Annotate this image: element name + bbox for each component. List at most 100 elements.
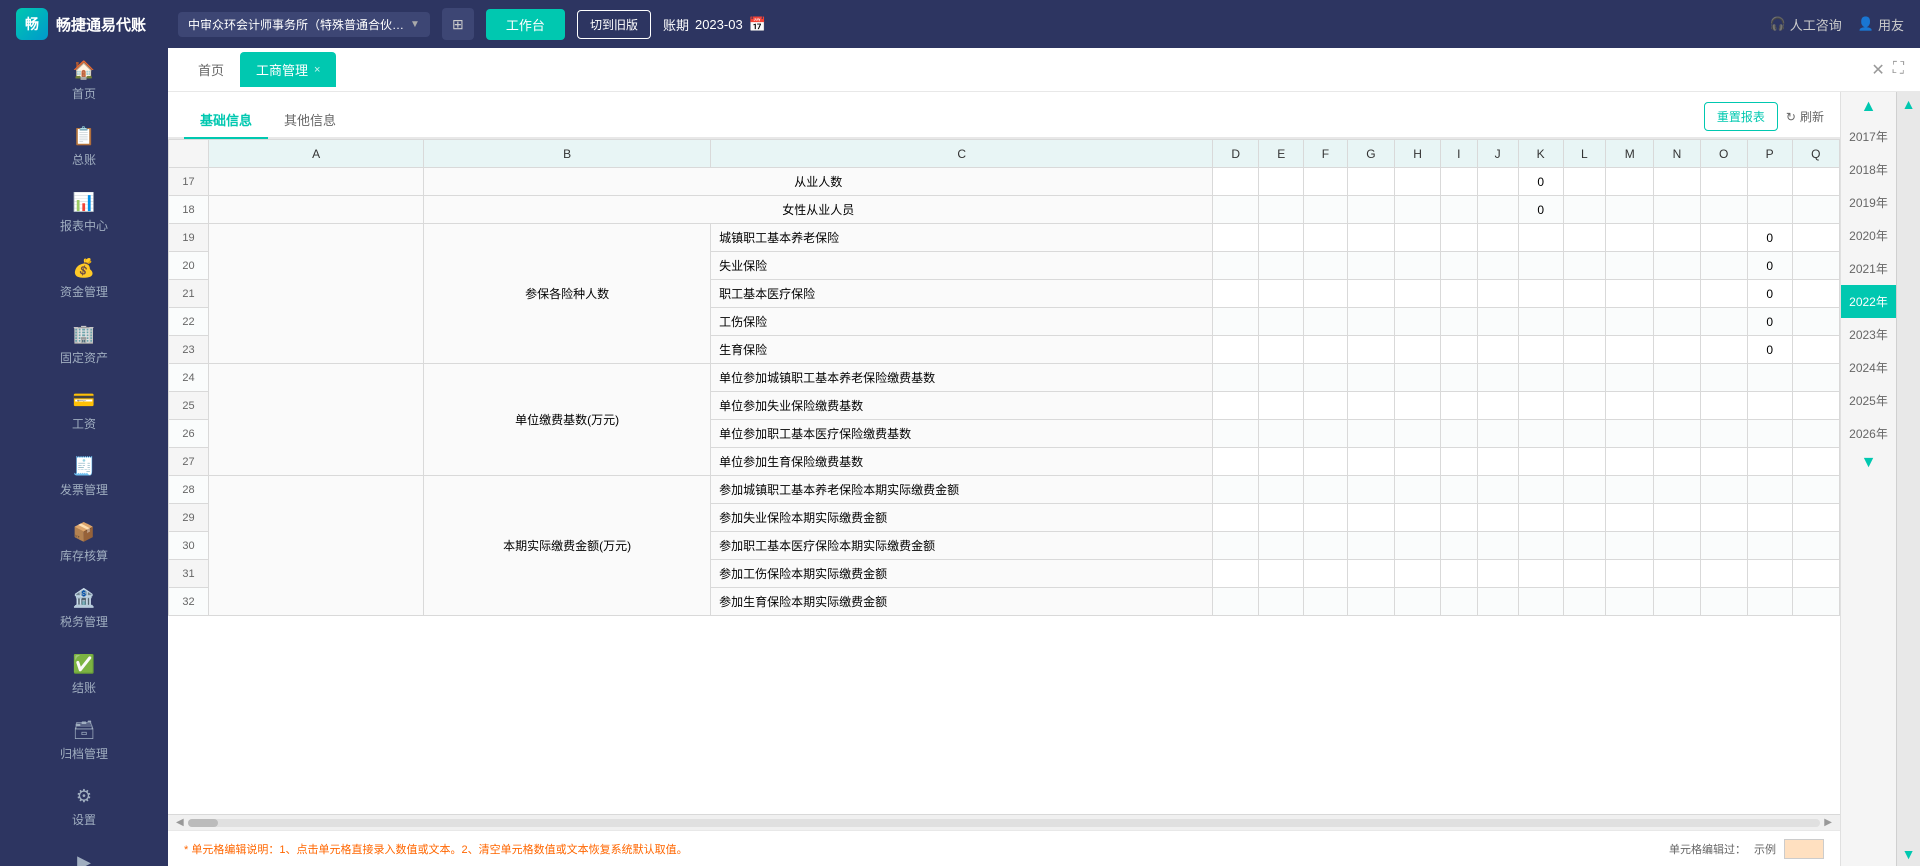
- cell-18-j[interactable]: [1477, 196, 1518, 224]
- cell-22-l[interactable]: [1563, 308, 1605, 336]
- cell-19-n[interactable]: [1654, 224, 1700, 252]
- cell-19-j[interactable]: [1477, 224, 1518, 252]
- cell-32-o[interactable]: [1700, 588, 1747, 616]
- cell-19-o[interactable]: [1700, 224, 1747, 252]
- scroll-track[interactable]: [188, 819, 1821, 827]
- cell-19-p[interactable]: 0: [1747, 224, 1792, 252]
- cell-28-k[interactable]: [1518, 476, 1563, 504]
- cell-29-k[interactable]: [1518, 504, 1563, 532]
- cell-23-m[interactable]: [1606, 336, 1654, 364]
- cell-30-i[interactable]: [1441, 532, 1477, 560]
- cell-17-l[interactable]: [1563, 168, 1605, 196]
- year-nav-up[interactable]: ▲: [1841, 94, 1896, 120]
- cell-24-p[interactable]: [1747, 364, 1792, 392]
- cell-18-k[interactable]: 0: [1518, 196, 1563, 224]
- cell-19-m[interactable]: [1606, 224, 1654, 252]
- cell-27-g[interactable]: [1347, 448, 1394, 476]
- company-selector[interactable]: 中审众环会计师事务所（特殊普通合伙… ▼: [178, 12, 430, 37]
- cell-23-q[interactable]: [1792, 336, 1839, 364]
- cell-17-m[interactable]: [1606, 168, 1654, 196]
- cell-27-c[interactable]: 单位参加生育保险缴费基数: [711, 448, 1213, 476]
- cell-21-n[interactable]: [1654, 280, 1700, 308]
- cell-32-h[interactable]: [1395, 588, 1441, 616]
- cell-22-j[interactable]: [1477, 308, 1518, 336]
- sidebar-item-invoice[interactable]: 🧾 发票管理: [0, 444, 168, 510]
- cell-24-l[interactable]: [1563, 364, 1605, 392]
- workbench-button[interactable]: 工作台: [486, 9, 565, 40]
- cell-17-f[interactable]: [1304, 168, 1348, 196]
- sidebar-item-closing[interactable]: ✅ 结账: [0, 642, 168, 708]
- cell-27-d[interactable]: [1213, 448, 1259, 476]
- cell-31-f[interactable]: [1304, 560, 1348, 588]
- cell-21-g[interactable]: [1347, 280, 1394, 308]
- cell-18-o[interactable]: [1700, 196, 1747, 224]
- cell-29-j[interactable]: [1477, 504, 1518, 532]
- cell-24-n[interactable]: [1654, 364, 1700, 392]
- sidebar-item-guide[interactable]: ▶ 新手引导: [0, 840, 168, 866]
- cell-24-b[interactable]: 单位缴费基数(万元): [424, 364, 711, 476]
- cell-24-h[interactable]: [1395, 364, 1441, 392]
- window-close-icon[interactable]: ✕: [1871, 60, 1884, 80]
- cell-23-i[interactable]: [1441, 336, 1477, 364]
- cell-31-o[interactable]: [1700, 560, 1747, 588]
- cell-19-h[interactable]: [1395, 224, 1441, 252]
- cell-31-l[interactable]: [1563, 560, 1605, 588]
- cell-31-g[interactable]: [1347, 560, 1394, 588]
- cell-23-f[interactable]: [1304, 336, 1348, 364]
- cell-29-c[interactable]: 参加失业保险本期实际缴费金额: [711, 504, 1213, 532]
- refresh-button[interactable]: ↻ 刷新: [1786, 108, 1824, 125]
- cell-24-o[interactable]: [1700, 364, 1747, 392]
- cell-25-i[interactable]: [1441, 392, 1477, 420]
- copy-button[interactable]: ⊞: [442, 8, 474, 40]
- cell-26-m[interactable]: [1606, 420, 1654, 448]
- cell-31-n[interactable]: [1654, 560, 1700, 588]
- cell-17-g[interactable]: [1347, 168, 1394, 196]
- cell-20-p[interactable]: 0: [1747, 252, 1792, 280]
- sub-tab-basic[interactable]: 基础信息: [184, 102, 268, 139]
- cell-32-d[interactable]: [1213, 588, 1259, 616]
- user-button[interactable]: 👤 用友: [1858, 15, 1904, 34]
- sidebar-item-funds[interactable]: 💰 资金管理: [0, 246, 168, 312]
- cell-31-c[interactable]: 参加工伤保险本期实际缴费金额: [711, 560, 1213, 588]
- calendar-icon[interactable]: 📅: [749, 16, 766, 33]
- cell-28-c[interactable]: 参加城镇职工基本养老保险本期实际缴费金额: [711, 476, 1213, 504]
- cell-18-e[interactable]: [1259, 196, 1304, 224]
- cell-20-j[interactable]: [1477, 252, 1518, 280]
- cell-24-j[interactable]: [1477, 364, 1518, 392]
- cell-21-l[interactable]: [1563, 280, 1605, 308]
- year-nav-down[interactable]: ▼: [1841, 450, 1896, 476]
- collapse-down-arrow[interactable]: ▼: [1898, 842, 1920, 866]
- cell-31-k[interactable]: [1518, 560, 1563, 588]
- tab-home[interactable]: 首页: [184, 50, 238, 89]
- cell-20-k[interactable]: [1518, 252, 1563, 280]
- cell-18-m[interactable]: [1606, 196, 1654, 224]
- cell-32-i[interactable]: [1441, 588, 1477, 616]
- cell-17-k[interactable]: 0: [1518, 168, 1563, 196]
- cell-20-o[interactable]: [1700, 252, 1747, 280]
- cell-17-n[interactable]: [1654, 168, 1700, 196]
- cell-21-d[interactable]: [1213, 280, 1259, 308]
- cell-18-f[interactable]: [1304, 196, 1348, 224]
- cell-28-e[interactable]: [1259, 476, 1304, 504]
- cell-19-k[interactable]: [1518, 224, 1563, 252]
- cell-22-q[interactable]: [1792, 308, 1839, 336]
- cell-31-m[interactable]: [1606, 560, 1654, 588]
- cell-30-p[interactable]: [1747, 532, 1792, 560]
- cell-28-f[interactable]: [1304, 476, 1348, 504]
- cell-23-p[interactable]: 0: [1747, 336, 1792, 364]
- cell-22-p[interactable]: 0: [1747, 308, 1792, 336]
- cell-28-g[interactable]: [1347, 476, 1394, 504]
- cell-20-l[interactable]: [1563, 252, 1605, 280]
- cell-30-g[interactable]: [1347, 532, 1394, 560]
- cell-18-n[interactable]: [1654, 196, 1700, 224]
- scroll-thumb[interactable]: [188, 819, 218, 827]
- cell-30-o[interactable]: [1700, 532, 1747, 560]
- cell-22-g[interactable]: [1347, 308, 1394, 336]
- window-expand-icon[interactable]: ⛶: [1893, 60, 1904, 80]
- cell-32-c[interactable]: 参加生育保险本期实际缴费金额: [711, 588, 1213, 616]
- cell-25-d[interactable]: [1213, 392, 1259, 420]
- cell-28-i[interactable]: [1441, 476, 1477, 504]
- cell-27-o[interactable]: [1700, 448, 1747, 476]
- cell-22-c[interactable]: 工伤保险: [711, 308, 1213, 336]
- cell-29-i[interactable]: [1441, 504, 1477, 532]
